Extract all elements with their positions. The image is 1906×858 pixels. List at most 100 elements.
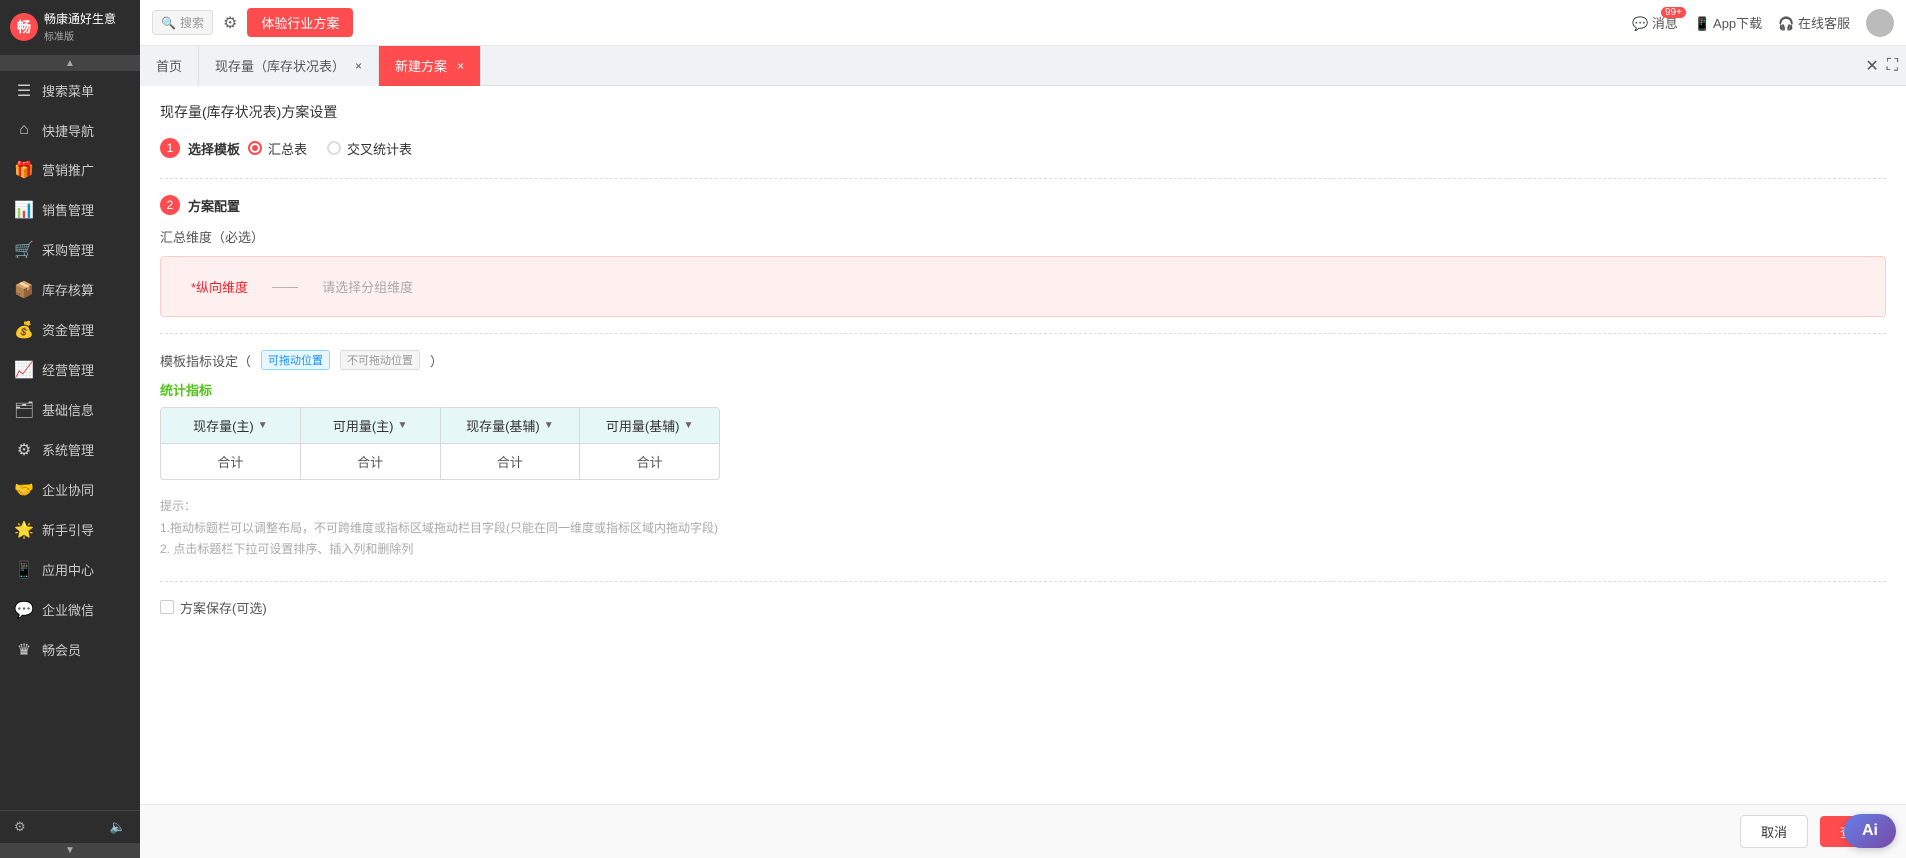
radio-cross-circle bbox=[327, 141, 341, 155]
step2-header: 2 方案配置 bbox=[160, 195, 1886, 215]
stats-section-label: 统计指标 bbox=[160, 380, 1886, 399]
ai-float-button[interactable]: Ai bbox=[1844, 814, 1896, 848]
template-options: 汇总表 交叉统计表 bbox=[248, 139, 412, 158]
logo-icon: 畅 bbox=[10, 13, 38, 41]
sidebar-settings-icon[interactable]: ⚙ bbox=[14, 819, 26, 835]
sidebar-item-13[interactable]: 💬企业微信 bbox=[0, 590, 140, 630]
sidebar-scroll-down[interactable]: ▼ bbox=[0, 843, 140, 858]
sidebar-item-1[interactable]: ⌂快捷导航 bbox=[0, 111, 140, 150]
message-icon: 💬 bbox=[1632, 16, 1648, 31]
sidebar-icon-7: 📈 bbox=[14, 360, 34, 380]
sidebar-item-0[interactable]: ☰ 搜索菜单 bbox=[0, 71, 140, 111]
fullscreen-icon[interactable]: ⛶ bbox=[1887, 57, 1898, 75]
sidebar-item-12[interactable]: 📱应用中心 bbox=[0, 550, 140, 590]
search-placeholder: 搜索 bbox=[180, 14, 204, 31]
tabs-bar: 首页 现存量（库存状况表） × 新建方案 × ✕ ⛶ bbox=[140, 46, 1906, 86]
save-option[interactable]: 方案保存(可选) bbox=[160, 598, 1886, 617]
sidebar-icon-6: 💰 bbox=[14, 320, 34, 340]
sidebar-item-7[interactable]: 📈 经营管理 bbox=[0, 350, 140, 390]
tips-section: 提示： 1.拖动标题栏可以调整布局，不可跨维度或指标区域拖动栏目字段(只能在同一… bbox=[160, 496, 1886, 561]
radio-cross[interactable]: 交叉统计表 bbox=[327, 139, 412, 158]
sidebar-sound-icon[interactable]: 🔈 bbox=[110, 819, 126, 835]
sidebar-item-4[interactable]: 🛒采购管理 bbox=[0, 230, 140, 270]
stats-col-2[interactable]: 现存量(基辅) ▼ bbox=[441, 408, 581, 443]
tab-new-plan-close[interactable]: × bbox=[457, 59, 464, 73]
step2-title: 方案配置 bbox=[188, 196, 240, 215]
stats-cell-3: 合计 bbox=[580, 444, 719, 479]
sidebar-label-0: 搜索菜单 bbox=[42, 81, 94, 100]
stats-col-2-chevron: ▼ bbox=[544, 420, 554, 431]
sidebar-logo: 畅 畅康通好生意 标准版 bbox=[0, 0, 140, 56]
radio-summary[interactable]: 汇总表 bbox=[248, 139, 307, 158]
app-edition: 标准版 bbox=[44, 28, 116, 43]
avatar[interactable] bbox=[1866, 9, 1894, 37]
radio-summary-label: 汇总表 bbox=[268, 139, 307, 158]
stats-col-0[interactable]: 现存量(主) ▼ bbox=[161, 408, 301, 443]
tab-inventory-close[interactable]: × bbox=[355, 59, 362, 73]
dim-required-box[interactable]: *纵向维度 —— 请选择分组维度 bbox=[160, 256, 1886, 317]
content-area: 现存量(库存状况表)方案设置 1 选择模板 汇总表 交叉统计表 bbox=[140, 86, 1906, 804]
stats-table-header: 现存量(主) ▼ 可用量(主) ▼ 现存量(基辅) ▼ 可用量(基辅) bbox=[161, 408, 719, 443]
stats-col-1[interactable]: 可用量(主) ▼ bbox=[301, 408, 441, 443]
trial-btn[interactable]: 体验行业方案 bbox=[247, 8, 353, 37]
app-download-label: App下载 bbox=[1713, 16, 1762, 31]
sidebar-item-11[interactable]: 🌟新手引导 bbox=[0, 510, 140, 550]
settings-icon[interactable]: ⚙ bbox=[223, 13, 237, 33]
cancel-button[interactable]: 取消 bbox=[1740, 815, 1808, 848]
app-name: 畅康通好生意 bbox=[44, 12, 116, 28]
step1-title: 选择模板 bbox=[188, 139, 240, 158]
sidebar-item-5[interactable]: 📦库存核算 bbox=[0, 270, 140, 310]
indicator-settings-label: 模板指标设定（ 可拖动位置 不可拖动位置 ） bbox=[160, 350, 1886, 370]
sidebar-icon-14: ♛ bbox=[14, 640, 34, 660]
sidebar-icon-0: ☰ bbox=[14, 81, 34, 101]
save-checkbox[interactable] bbox=[160, 600, 174, 614]
tip-1: 1.拖动标题栏可以调整布局，不可跨维度或指标区域拖动栏目字段(只能在同一维度或指… bbox=[160, 518, 1886, 540]
stats-col-0-label: 现存量(主) bbox=[193, 416, 254, 435]
radio-summary-circle bbox=[248, 141, 262, 155]
sidebar-label-4: 采购管理 bbox=[42, 240, 94, 259]
stats-cell-1: 合计 bbox=[301, 444, 441, 479]
radio-cross-label: 交叉统计表 bbox=[347, 139, 412, 158]
sidebar-item-3[interactable]: 📊销售管理 bbox=[0, 190, 140, 230]
tab-home-label: 首页 bbox=[156, 56, 182, 75]
sidebar-nav: ☰ 搜索菜单 ⌂快捷导航🎁营销推广📊销售管理🛒采购管理📦库存核算 💰 资金管理 📈 经营管理… bbox=[0, 71, 140, 810]
divider3 bbox=[160, 581, 1886, 582]
sidebar-item-14[interactable]: ♛畅会员 bbox=[0, 630, 140, 670]
tab-home[interactable]: 首页 bbox=[140, 46, 199, 86]
close-panel-icon[interactable]: ✕ bbox=[1865, 56, 1878, 76]
tab-new-plan[interactable]: 新建方案 × bbox=[379, 46, 481, 86]
stats-col-0-chevron: ▼ bbox=[258, 420, 268, 431]
sidebar-label-7: 经营管理 bbox=[42, 360, 94, 379]
sidebar-label-6: 资金管理 bbox=[42, 320, 94, 339]
page-title: 现存量(库存状况表)方案设置 bbox=[160, 102, 1886, 122]
sidebar-item-8[interactable]: 🗂基础信息 bbox=[0, 390, 140, 430]
sidebar-footer: ⚙ 🔈 bbox=[0, 810, 140, 843]
online-service-btn[interactable]: 🎧 在线客服 bbox=[1778, 13, 1850, 32]
bottom-bar: 取消 查询 bbox=[140, 804, 1906, 858]
vertical-dim-label: *纵向维度 bbox=[191, 277, 248, 296]
sidebar-icon-9: ⚙ bbox=[14, 440, 34, 460]
stats-col-3-label: 可用量(基辅) bbox=[606, 416, 680, 435]
stats-col-1-label: 可用量(主) bbox=[333, 416, 394, 435]
main-wrapper: 🔍 搜索 ⚙ 体验行业方案 💬 消息 99+ 📱 App下载 🎧 在线客服 首页 bbox=[140, 0, 1906, 858]
tip-2: 2. 点击标题栏下拉可设置排序、插入列和删除列 bbox=[160, 539, 1886, 561]
tab-inventory-label: 现存量（库存状况表） bbox=[215, 56, 345, 75]
app-download-btn[interactable]: 📱 App下载 bbox=[1694, 13, 1762, 32]
stats-col-3-chevron: ▼ bbox=[684, 420, 694, 431]
tab-inventory[interactable]: 现存量（库存状况表） × bbox=[199, 46, 379, 86]
sidebar-item-9[interactable]: ⚙系统管理 bbox=[0, 430, 140, 470]
sidebar-icon-11: 🌟 bbox=[14, 520, 34, 540]
step1-header: 1 选择模板 汇总表 交叉统计表 bbox=[160, 138, 1886, 158]
search-box[interactable]: 🔍 搜索 bbox=[152, 10, 213, 35]
stats-col-3[interactable]: 可用量(基辅) ▼ bbox=[580, 408, 719, 443]
sidebar-item-2[interactable]: 🎁营销推广 bbox=[0, 150, 140, 190]
stats-col-2-label: 现存量(基辅) bbox=[466, 416, 540, 435]
sidebar-label-1: 快捷导航 bbox=[42, 121, 94, 140]
tips-label: 提示： bbox=[160, 496, 1886, 518]
indicator-close-paren: ） bbox=[430, 351, 443, 370]
messages-btn[interactable]: 💬 消息 99+ bbox=[1632, 13, 1678, 32]
phone-icon: 📱 bbox=[1694, 16, 1710, 31]
sidebar-scroll-up[interactable]: ▲ bbox=[0, 56, 140, 71]
sidebar-item-10[interactable]: 🤝企业协同 bbox=[0, 470, 140, 510]
sidebar-item-6[interactable]: 💰 资金管理 bbox=[0, 310, 140, 350]
